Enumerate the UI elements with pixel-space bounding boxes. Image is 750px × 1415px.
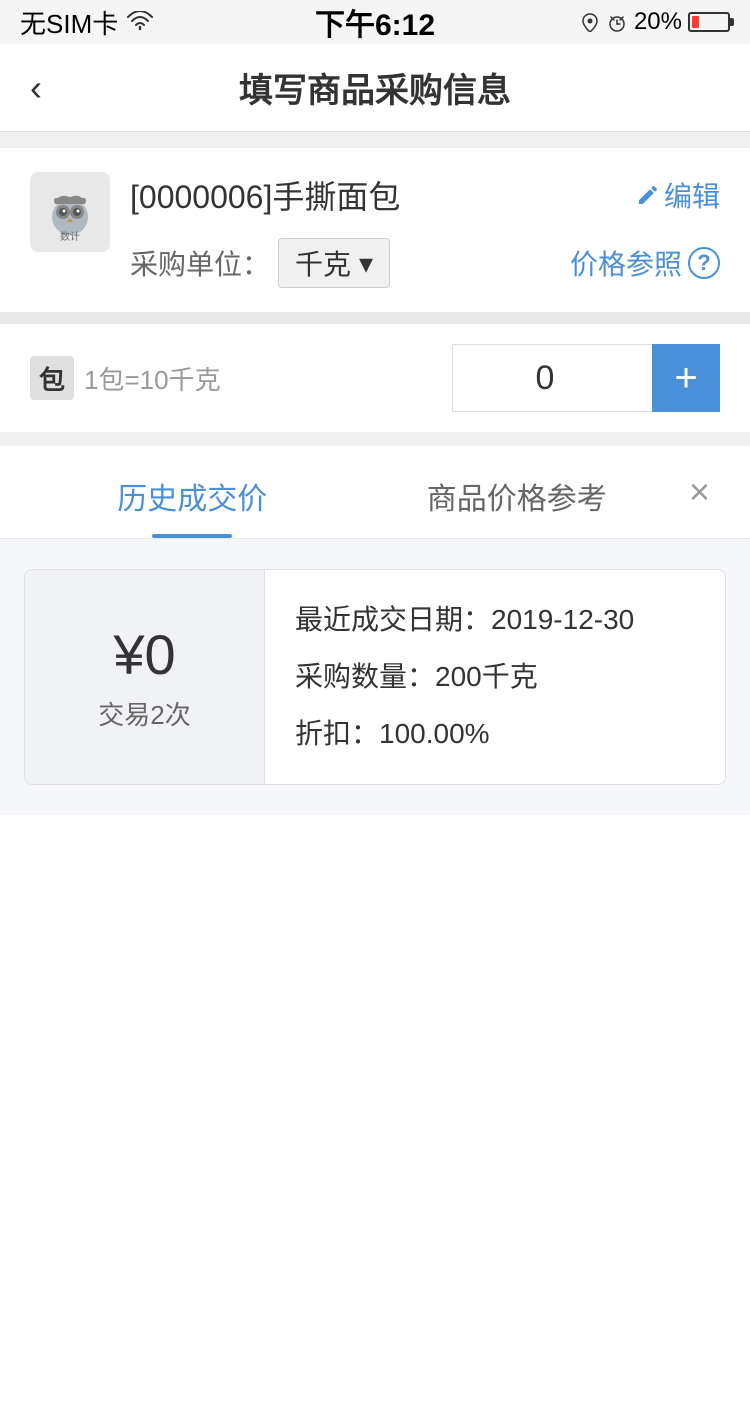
product-info: [0000006]手撕面包 编辑 采购单位： 千克 ▾ 价格参照 ? [130, 172, 720, 288]
product-card: 数计 [0000006]手撕面包 编辑 采购单位： 千克 ▾ 价格参照 [0, 148, 750, 312]
recent-date-label: 最近成交日期： [295, 604, 491, 635]
edit-label: 编辑 [664, 175, 720, 215]
price-ref-label: 价格参照 [570, 243, 682, 283]
status-bar: 无SIM卡 下午6:12 20% [0, 0, 750, 44]
price-amount: 0 [145, 623, 176, 686]
alarm-icon [606, 12, 628, 32]
tab-history-price[interactable]: 历史成交价 [30, 446, 354, 538]
status-right: 20% [580, 8, 730, 36]
tab-content: ¥0 交易2次 最近成交日期：2019-12-30 采购数量：200千克 折扣：… [0, 539, 750, 815]
tabs-close-button[interactable]: × [679, 461, 720, 523]
product-logo: 数计 [30, 172, 110, 252]
discount-value: 100.00% [379, 718, 490, 749]
quantity-input-group: + [452, 344, 720, 412]
price-symbol: ¥ [113, 623, 144, 686]
history-trades-count: 交易2次 [98, 695, 190, 732]
edit-button[interactable]: 编辑 [636, 175, 720, 215]
history-price-value: ¥0 [113, 622, 175, 687]
unit-label: 采购单位： [130, 243, 270, 283]
purchase-qty-label: 采购数量： [295, 661, 435, 692]
dropdown-icon: ▾ [359, 247, 373, 280]
unit-select[interactable]: 千克 ▾ [278, 238, 390, 288]
purchase-qty-row: 采购数量：200千克 [295, 657, 695, 696]
page-title: 填写商品采购信息 [239, 63, 511, 112]
product-unit-row: 采购单位： 千克 ▾ 价格参照 ? [130, 238, 720, 288]
unit-value: 千克 [295, 243, 351, 283]
tabs-panel: 历史成交价 商品价格参考 × ¥0 交易2次 最近成交日期：2019-12-30… [0, 446, 750, 815]
history-detail-right: 最近成交日期：2019-12-30 采购数量：200千克 折扣：100.00% [265, 570, 725, 784]
quantity-sub-label: 1包=10千克 [84, 360, 221, 397]
battery-fill [692, 16, 699, 28]
product-header: [0000006]手撕面包 编辑 [130, 172, 720, 218]
location-icon [580, 12, 600, 32]
quantity-input[interactable] [452, 344, 652, 412]
wifi-icon [126, 11, 154, 33]
recent-date-row: 最近成交日期：2019-12-30 [295, 600, 695, 639]
product-name: [0000006]手撕面包 [130, 172, 400, 218]
tabs-header: 历史成交价 商品价格参考 × [0, 446, 750, 539]
product-logo-image: 数计 [40, 182, 100, 242]
quantity-row: 包 1包=10千克 + [0, 324, 750, 432]
quantity-unit-box: 包 [30, 356, 74, 400]
discount-label: 折扣： [295, 718, 379, 749]
tab-price-reference[interactable]: 商品价格参考 [354, 446, 678, 538]
price-reference-button[interactable]: 价格参照 ? [570, 243, 720, 283]
history-card: ¥0 交易2次 最近成交日期：2019-12-30 采购数量：200千克 折扣：… [24, 569, 726, 785]
svg-text:数计: 数计 [60, 230, 80, 242]
battery-percent: 20% [634, 8, 682, 36]
status-time: 下午6:12 [315, 0, 435, 44]
unit-selector-group: 采购单位： 千克 ▾ [130, 238, 390, 288]
nav-bar: ‹ 填写商品采购信息 [0, 44, 750, 132]
price-ref-icon: ? [688, 247, 720, 279]
carrier-label: 无SIM卡 [20, 4, 118, 41]
edit-icon [636, 183, 660, 207]
quantity-plus-button[interactable]: + [652, 344, 720, 412]
quantity-label-group: 包 1包=10千克 [30, 356, 221, 400]
section-divider [0, 312, 750, 324]
recent-date-value: 2019-12-30 [491, 604, 634, 635]
discount-row: 折扣：100.00% [295, 714, 695, 753]
back-button[interactable]: ‹ [20, 57, 52, 119]
battery-icon [688, 12, 730, 32]
purchase-qty-value: 200千克 [435, 661, 538, 692]
history-price-left: ¥0 交易2次 [25, 570, 265, 784]
status-left: 无SIM卡 [20, 4, 154, 41]
bottom-area [0, 815, 750, 1415]
